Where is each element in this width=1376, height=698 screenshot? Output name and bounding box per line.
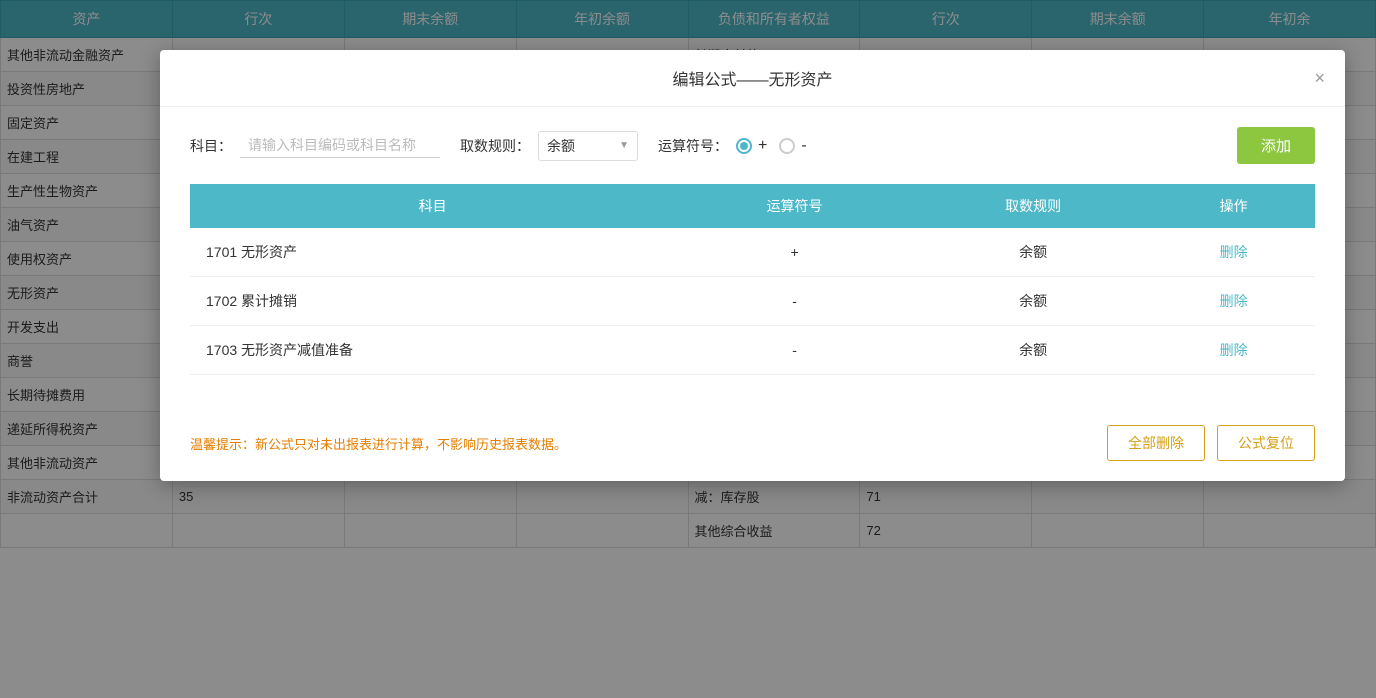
close-button[interactable]: × (1314, 69, 1325, 87)
radio-plus[interactable]: + (736, 137, 767, 155)
radio-minus-label: - (801, 137, 806, 155)
th-action: 操作 (1152, 184, 1315, 228)
delete-all-button[interactable]: 全部删除 (1107, 425, 1205, 461)
cell-action: 删除 (1152, 277, 1315, 326)
delete-link[interactable]: 删除 (1220, 244, 1248, 260)
rule-label: 取数规则： (460, 136, 530, 156)
modal-header: 编辑公式——无形资产 × (160, 50, 1345, 107)
th-subject: 科目 (190, 184, 675, 228)
modal-footer: 温馨提示：新公式只对未出报表进行计算，不影响历史报表数据。 全部删除 公式复位 (160, 405, 1345, 461)
modal-dialog: 编辑公式——无形资产 × 科目： 取数规则： 余额 ▼ 运算符号： + (160, 50, 1345, 481)
th-rule: 取数规则 (914, 184, 1153, 228)
rule-select[interactable]: 余额 ▼ (538, 131, 638, 161)
cell-rule: 余额 (914, 326, 1153, 375)
delete-link[interactable]: 删除 (1220, 342, 1248, 358)
radio-minus-circle (779, 138, 795, 154)
table-row: 1702 累计摊销-余额 删除 (190, 277, 1315, 326)
cell-operator: - (675, 277, 914, 326)
delete-link[interactable]: 删除 (1220, 293, 1248, 309)
table-row: 1703 无形资产减值准备-余额 删除 (190, 326, 1315, 375)
radio-plus-label: + (758, 137, 767, 155)
subject-group: 科目： (190, 133, 440, 158)
cell-subject: 1702 累计摊销 (190, 277, 675, 326)
table-row: 1701 无形资产+余额 删除 (190, 228, 1315, 277)
rule-group: 取数规则： 余额 ▼ (460, 131, 638, 161)
modal-title: 编辑公式——无形资产 (672, 66, 832, 90)
cell-action: 删除 (1152, 228, 1315, 277)
cell-action: 删除 (1152, 326, 1315, 375)
th-operator: 运算符号 (675, 184, 914, 228)
subject-label: 科目： (190, 136, 232, 156)
add-button[interactable]: 添加 (1237, 127, 1315, 164)
cell-operator: + (675, 228, 914, 277)
cell-rule: 余额 (914, 277, 1153, 326)
operator-label: 运算符号： (658, 136, 728, 156)
radio-minus[interactable]: - (779, 137, 806, 155)
tip-text: 温馨提示：新公式只对未出报表进行计算，不影响历史报表数据。 (190, 434, 567, 453)
operator-radio-group: + - (736, 137, 807, 155)
reset-formula-button[interactable]: 公式复位 (1217, 425, 1315, 461)
radio-plus-circle (736, 138, 752, 154)
formula-table: 科目 运算符号 取数规则 操作 1701 无形资产+余额删除1702 累计摊销-… (190, 184, 1315, 375)
footer-buttons: 全部删除 公式复位 (1107, 425, 1315, 461)
operator-group: 运算符号： + - (658, 136, 807, 156)
data-table-container: 科目 运算符号 取数规则 操作 1701 无形资产+余额删除1702 累计摊销-… (190, 184, 1315, 375)
table-header-row: 科目 运算符号 取数规则 操作 (190, 184, 1315, 228)
cell-subject: 1703 无形资产减值准备 (190, 326, 675, 375)
cell-subject: 1701 无形资产 (190, 228, 675, 277)
cell-rule: 余额 (914, 228, 1153, 277)
rule-value: 余额 (547, 136, 611, 156)
form-row: 科目： 取数规则： 余额 ▼ 运算符号： + - 添加 (160, 107, 1345, 184)
subject-input[interactable] (240, 133, 440, 158)
chevron-down-icon: ▼ (619, 140, 629, 151)
cell-operator: - (675, 326, 914, 375)
